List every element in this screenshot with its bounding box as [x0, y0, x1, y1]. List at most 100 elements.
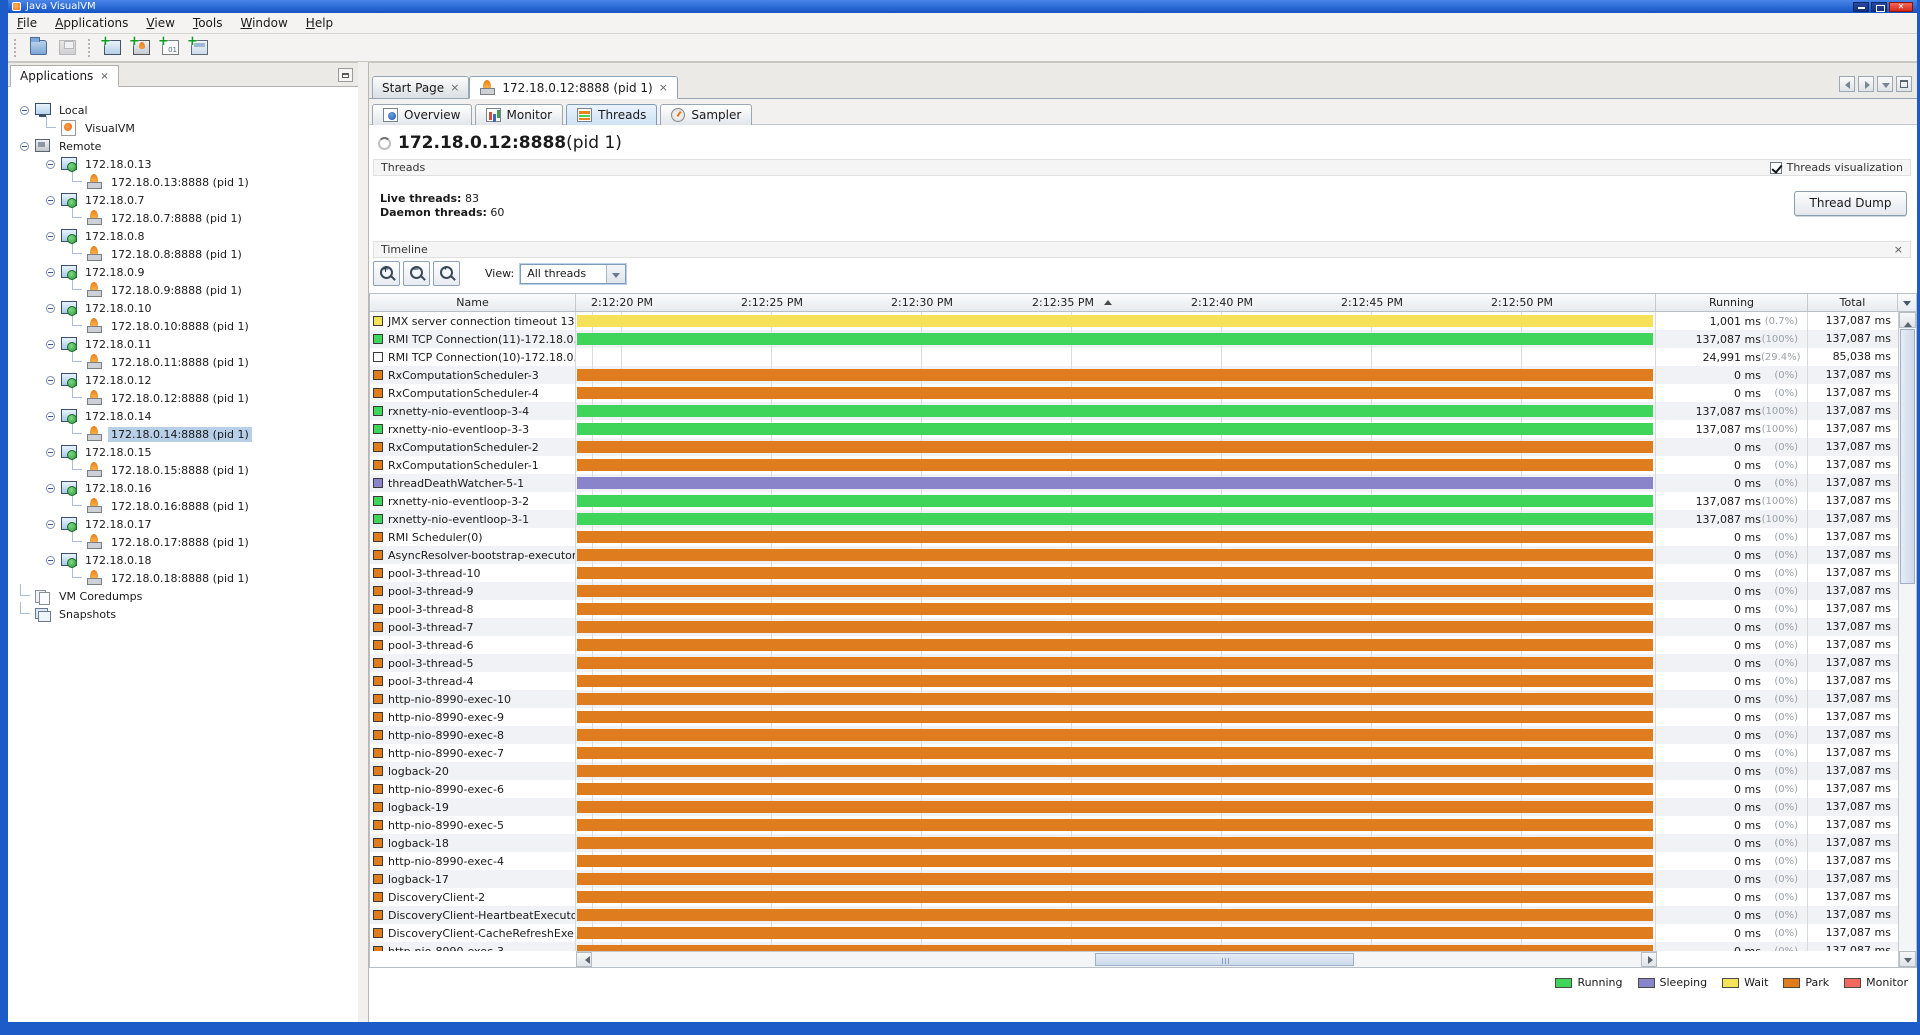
- vertical-scrollbar-thumb[interactable]: [1900, 329, 1915, 584]
- table-row[interactable]: RMI TCP Connection(11)-172.18.0. 137,087 …: [370, 330, 1898, 348]
- expander-knob-icon[interactable]: [46, 267, 55, 277]
- expander-knob-icon[interactable]: [46, 447, 55, 457]
- table-row[interactable]: http-nio-8990-exec-8 0 ms (0%) 137,087 ms: [370, 726, 1898, 744]
- table-row[interactable]: http-nio-8990-exec-5 0 ms (0%) 137,087 ms: [370, 816, 1898, 834]
- tab-list-icon[interactable]: [1877, 76, 1893, 92]
- expander-knob-icon[interactable]: [46, 483, 55, 493]
- scroll-up-icon[interactable]: [1899, 312, 1916, 328]
- view-dropdown[interactable]: All threads: [519, 262, 628, 285]
- table-row[interactable]: pool-3-thread-8 0 ms (0%) 137,087 ms: [370, 600, 1898, 618]
- expander-knob-icon[interactable]: [46, 195, 55, 205]
- tree-item-remote[interactable]: Remote: [8, 137, 358, 155]
- menu-item-help[interactable]: Help: [297, 14, 342, 32]
- tree-item-172-18-0-15-8888-pid-1-[interactable]: 172.18.0.15:8888 (pid 1): [8, 458, 358, 479]
- expander-knob-icon[interactable]: [20, 105, 29, 115]
- tree-item-172-18-0-13[interactable]: 172.18.0.13: [8, 155, 358, 173]
- add-remote-host-button[interactable]: [99, 34, 126, 60]
- zoom-in-button[interactable]: +: [373, 261, 400, 286]
- tree-item-172-18-0-16[interactable]: 172.18.0.16: [8, 479, 358, 497]
- horizontal-scrollbar-thumb[interactable]: [1094, 953, 1355, 966]
- table-row[interactable]: DiscoveryClient-CacheRefreshExe 0 ms (0%) 1…: [370, 924, 1898, 942]
- threads-visualization-checkbox[interactable]: [1769, 161, 1782, 174]
- tree-item-172-18-0-8-8888-pid-1-[interactable]: 172.18.0.8:8888 (pid 1): [8, 242, 358, 263]
- tree-item-172-18-0-15[interactable]: 172.18.0.15: [8, 443, 358, 461]
- table-row[interactable]: RMI TCP Connection(10)-172.18.0. 24,991 m…: [370, 348, 1898, 366]
- menu-item-file[interactable]: File: [8, 14, 46, 32]
- save-button[interactable]: [54, 36, 81, 60]
- add-snapshot-button[interactable]: [186, 34, 213, 60]
- tab-sampler[interactable]: Sampler: [660, 104, 753, 125]
- table-row[interactable]: DiscoveryClient-HeartbeatExecuto 0 ms (0%)…: [370, 906, 1898, 924]
- column-header-total[interactable]: Total: [1808, 294, 1898, 311]
- table-row[interactable]: http-nio-8990-exec-3 0 ms (0%) 137,087 ms: [370, 942, 1898, 951]
- table-row[interactable]: pool-3-thread-5 0 ms (0%) 137,087 ms: [370, 654, 1898, 672]
- tree-item-visualvm[interactable]: VisualVM: [8, 116, 358, 137]
- expander-knob-icon[interactable]: [46, 339, 55, 349]
- expander-knob-icon[interactable]: [20, 141, 29, 151]
- table-row[interactable]: RxComputationScheduler-4 0 ms (0%) 137,087 …: [370, 384, 1898, 402]
- maximize-button[interactable]: [1871, 1, 1887, 12]
- tree-item-local[interactable]: Local: [8, 101, 358, 119]
- expander-knob-icon[interactable]: [46, 375, 55, 385]
- tab-threads[interactable]: Threads: [566, 104, 658, 125]
- close-tab-icon[interactable]: ×: [450, 81, 459, 94]
- maximize-tab-icon[interactable]: [1896, 76, 1912, 92]
- applications-tab[interactable]: Applications ×: [10, 65, 119, 87]
- table-row[interactable]: rxnetty-nio-eventloop-3-1 137,087 ms (100%…: [370, 510, 1898, 528]
- add-jmx-connection-button[interactable]: [128, 34, 155, 60]
- scroll-tabs-left-icon[interactable]: [1839, 76, 1855, 92]
- close-button[interactable]: [1889, 1, 1913, 12]
- column-header-running[interactable]: Running: [1656, 294, 1808, 311]
- expander-knob-icon[interactable]: [46, 231, 55, 241]
- tree-item-172-18-0-10-8888-pid-1-[interactable]: 172.18.0.10:8888 (pid 1): [8, 314, 358, 335]
- scroll-right-icon[interactable]: [1641, 952, 1657, 967]
- close-tab-icon[interactable]: ×: [659, 81, 668, 94]
- table-row[interactable]: rxnetty-nio-eventloop-3-3 137,087 ms (100%…: [370, 420, 1898, 438]
- tree-item-172-18-0-12[interactable]: 172.18.0.12: [8, 371, 358, 389]
- table-row[interactable]: http-nio-8990-exec-7 0 ms (0%) 137,087 ms: [370, 744, 1898, 762]
- load-snapshot-button[interactable]: [25, 36, 52, 60]
- tree-item-172-18-0-18[interactable]: 172.18.0.18: [8, 551, 358, 569]
- table-row[interactable]: http-nio-8990-exec-10 0 ms (0%) 137,087 ms: [370, 690, 1898, 708]
- add-vm-coredump-button[interactable]: [157, 34, 184, 60]
- table-row[interactable]: RxComputationScheduler-1 0 ms (0%) 137,087 …: [370, 456, 1898, 474]
- tree-item-172-18-0-9-8888-pid-1-[interactable]: 172.18.0.9:8888 (pid 1): [8, 278, 358, 299]
- scroll-down-icon[interactable]: [1899, 951, 1916, 967]
- tree-item-172-18-0-17[interactable]: 172.18.0.17: [8, 515, 358, 533]
- tree-item-snapshots[interactable]: Snapshots: [8, 602, 358, 623]
- tree-item-172-18-0-17-8888-pid-1-[interactable]: 172.18.0.17:8888 (pid 1): [8, 530, 358, 551]
- tree-item-172-18-0-16-8888-pid-1-[interactable]: 172.18.0.16:8888 (pid 1): [8, 494, 358, 515]
- table-row[interactable]: http-nio-8990-exec-6 0 ms (0%) 137,087 ms: [370, 780, 1898, 798]
- tree-item-172-18-0-8[interactable]: 172.18.0.8: [8, 227, 358, 245]
- tree-item-172-18-0-11-8888-pid-1-[interactable]: 172.18.0.11:8888 (pid 1): [8, 350, 358, 371]
- chevron-down-icon[interactable]: [606, 264, 626, 283]
- expander-knob-icon[interactable]: [46, 303, 55, 313]
- expander-knob-icon[interactable]: [46, 159, 55, 169]
- menu-item-tools[interactable]: Tools: [184, 14, 232, 32]
- table-row[interactable]: JMX server connection timeout 13 1,001 ms…: [370, 312, 1898, 330]
- table-row[interactable]: AsyncResolver-bootstrap-executor 0 ms (0%)…: [370, 546, 1898, 564]
- table-row[interactable]: logback-18 0 ms (0%) 137,087 ms: [370, 834, 1898, 852]
- table-row[interactable]: pool-3-thread-10 0 ms (0%) 137,087 ms: [370, 564, 1898, 582]
- tree-item-172-18-0-7[interactable]: 172.18.0.7: [8, 191, 358, 209]
- table-row[interactable]: pool-3-thread-9 0 ms (0%) 137,087 ms: [370, 582, 1898, 600]
- table-row[interactable]: pool-3-thread-4 0 ms (0%) 137,087 ms: [370, 672, 1898, 690]
- scroll-tabs-right-icon[interactable]: [1858, 76, 1874, 92]
- tree-item-172-18-0-13-8888-pid-1-[interactable]: 172.18.0.13:8888 (pid 1): [8, 170, 358, 191]
- tree-item-172-18-0-14[interactable]: 172.18.0.14: [8, 407, 358, 425]
- table-row[interactable]: logback-20 0 ms (0%) 137,087 ms: [370, 762, 1898, 780]
- expander-knob-icon[interactable]: [46, 555, 55, 565]
- tree-item-172-18-0-9[interactable]: 172.18.0.9: [8, 263, 358, 281]
- tree-item-172-18-0-7-8888-pid-1-[interactable]: 172.18.0.7:8888 (pid 1): [8, 206, 358, 227]
- close-section-icon[interactable]: ×: [1886, 243, 1903, 256]
- horizontal-scrollbar[interactable]: [576, 951, 1657, 967]
- thread-dump-button[interactable]: Thread Dump: [1794, 191, 1907, 216]
- minimize-panel-icon[interactable]: [338, 68, 353, 82]
- tree-item-172-18-0-12-8888-pid-1-[interactable]: 172.18.0.12:8888 (pid 1): [8, 386, 358, 407]
- zoom-fit-button[interactable]: ·: [433, 261, 460, 286]
- table-row[interactable]: http-nio-8990-exec-9 0 ms (0%) 137,087 ms: [370, 708, 1898, 726]
- table-row[interactable]: pool-3-thread-7 0 ms (0%) 137,087 ms: [370, 618, 1898, 636]
- tab-overview[interactable]: Overview: [372, 104, 472, 125]
- table-row[interactable]: logback-17 0 ms (0%) 137,087 ms: [370, 870, 1898, 888]
- doc-tab-172-18-0-12-8888-pid-1-[interactable]: 172.18.0.12:8888 (pid 1) ×: [469, 76, 678, 99]
